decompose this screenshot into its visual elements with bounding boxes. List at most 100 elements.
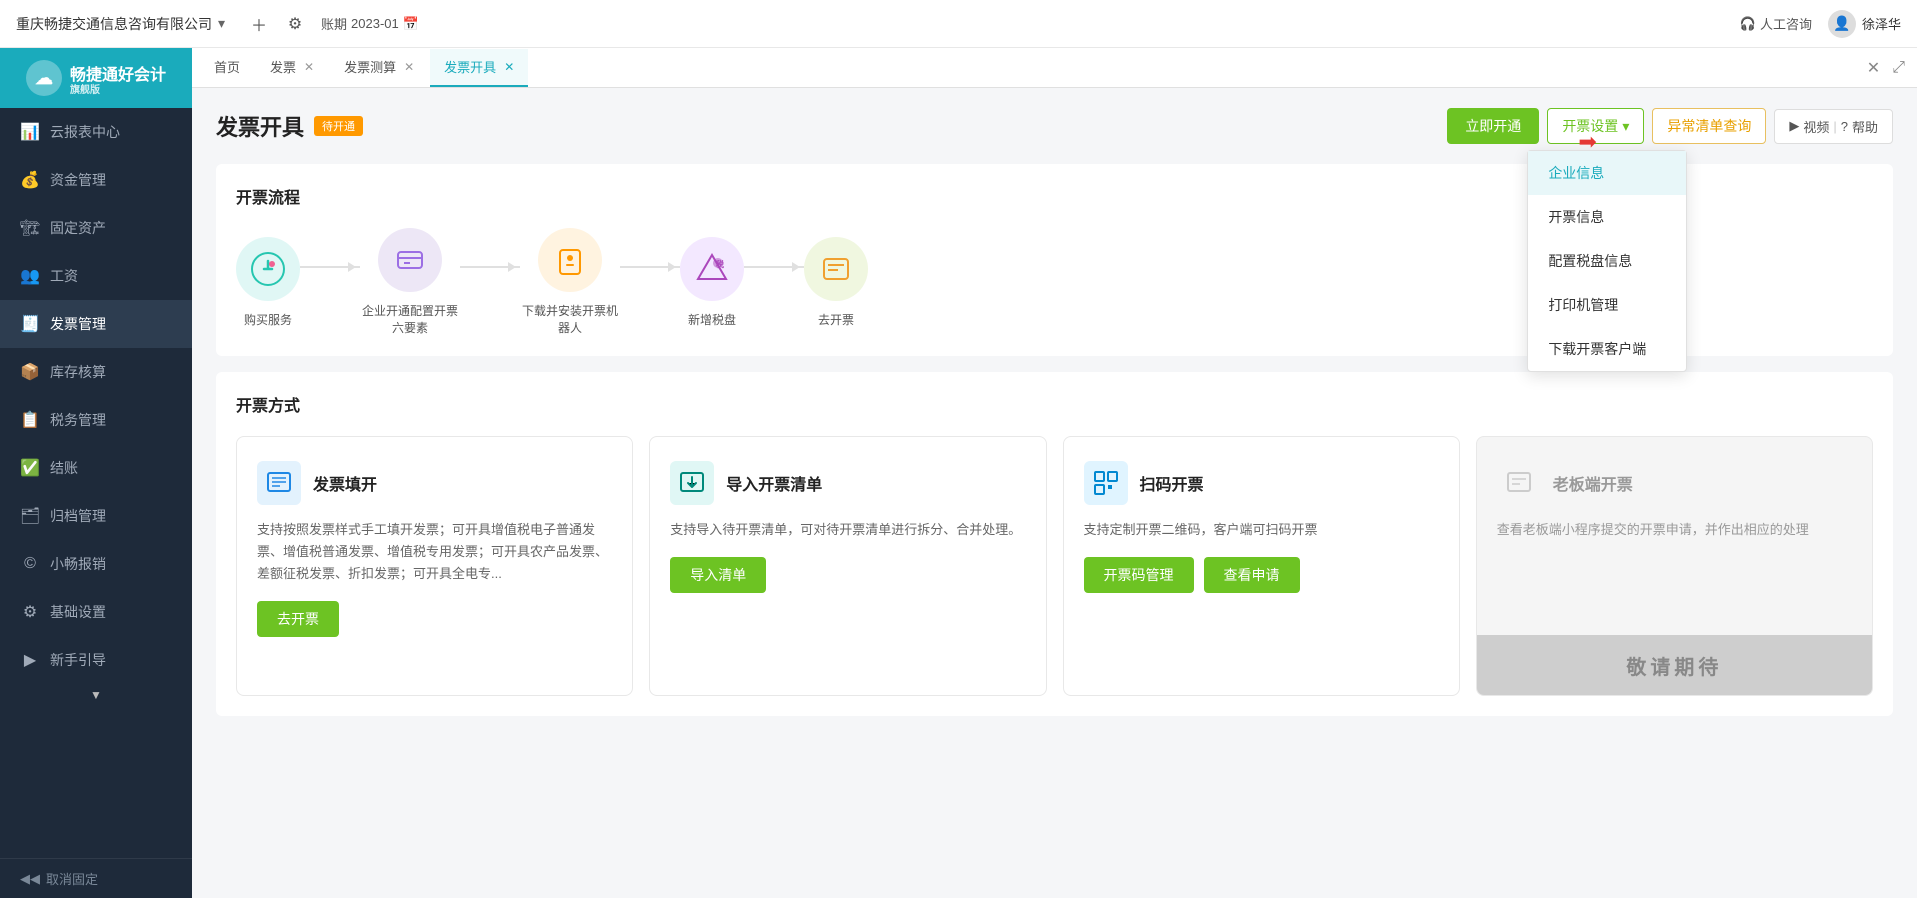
process-step-5: 去开票 (804, 237, 868, 328)
user-info[interactable]: 👤 徐泽华 (1828, 10, 1901, 38)
dropdown-item-company-info[interactable]: 企业信息 (1528, 151, 1686, 195)
billing-card-boss-title: 老板端开票 (1553, 471, 1633, 495)
sidebar-item-invoice[interactable]: 🧾 发票管理 (0, 300, 192, 348)
company-selector[interactable]: 重庆畅捷交通信息咨询有限公司 ▾ (16, 14, 225, 34)
sidebar-item-inventory[interactable]: 📦 库存核算 (0, 348, 192, 396)
process-step-1: 购买服务 (236, 237, 300, 328)
maximize-tab-icon[interactable]: ⤢ (1888, 55, 1909, 81)
abnormal-list-button[interactable]: 异常清单查询 (1652, 108, 1766, 144)
dropdown-item-invoice-info[interactable]: 开票信息 (1528, 195, 1686, 239)
process-step-label-2: 企业开通配置开票六要素 (360, 302, 460, 336)
settle-icon: ✅ (20, 458, 40, 478)
add-tab-button[interactable]: ＋ (245, 10, 273, 38)
process-icon-5 (804, 237, 868, 301)
process-icon-3 (538, 228, 602, 292)
tab-home[interactable]: 首页 (200, 49, 254, 87)
tab-invoice-open[interactable]: 发票开具 ✕ (430, 49, 528, 87)
top-actions: ＋ ⚙ (245, 10, 309, 38)
invoice-icon: 🧾 (20, 314, 40, 334)
scan-view-apply-button[interactable]: 查看申请 (1204, 557, 1300, 593)
sidebar-item-settle[interactable]: ✅ 结账 (0, 444, 192, 492)
sidebar-item-xiaochang[interactable]: © 小畅报销 (0, 540, 192, 588)
assets-icon: 🏗 (20, 218, 40, 238)
manual-go-invoice-button[interactable]: 去开票 (257, 601, 339, 637)
header-actions: 立即开通 开票设置 ▾ 异常清单查询 ▶ 视频 | ? 帮助 (1447, 108, 1893, 144)
tab-invoice-calc-close[interactable]: ✕ (404, 60, 414, 74)
process-step-label-4: 新增税盘 (688, 311, 736, 328)
status-badge: 待开通 (314, 116, 363, 136)
tab-bar: 首页 发票 ✕ 发票测算 ✕ 发票开具 ✕ ✕ ⤢ (192, 48, 1917, 88)
tab-invoice-open-close[interactable]: ✕ (504, 60, 514, 74)
sidebar-item-tax[interactable]: 📋 税务管理 (0, 396, 192, 444)
scroll-down-arrow[interactable]: ▼ (0, 684, 192, 706)
base-settings-icon: ⚙ (20, 602, 40, 622)
sidebar-item-salary[interactable]: 👥 工资 (0, 252, 192, 300)
company-dropdown-icon: ▾ (218, 15, 225, 32)
billing-card-import-header: 导入开票清单 (670, 461, 1025, 505)
process-step-3: 下载并安装开票机器人 (520, 228, 620, 336)
sidebar-logo: ☁ 畅捷通好会计 旗舰版 (0, 48, 192, 108)
sidebar-item-funds[interactable]: 💰 资金管理 (0, 156, 192, 204)
page-content: 发票开具 待开通 立即开通 开票设置 ▾ 异常清单查询 ▶ 视频 (192, 88, 1917, 898)
page-title: 发票开具 (216, 110, 304, 142)
billing-card-manual-title: 发票填开 (313, 471, 377, 495)
process-step-label-1: 购买服务 (244, 311, 292, 328)
sidebar-item-archive[interactable]: 🗂 归档管理 (0, 492, 192, 540)
sidebar-item-guide[interactable]: ▶ 新手引导 (0, 636, 192, 684)
headset-icon: 🎧 (1740, 16, 1756, 32)
import-invoice-icon (670, 461, 714, 505)
sidebar-item-settings[interactable]: ⚙ 基础设置 (0, 588, 192, 636)
sidebar-item-reports[interactable]: 📊 云报表中心 (0, 108, 192, 156)
period-label: 账期 (321, 14, 347, 33)
content-area: 首页 发票 ✕ 发票测算 ✕ 发票开具 ✕ ✕ ⤢ (192, 48, 1917, 898)
settings-icon-button[interactable]: ⚙ (281, 10, 309, 38)
billing-methods: 发票填开 支持按照发票样式手工填开发票；可开具增值税电子普通发票、增值税普通发票… (236, 436, 1873, 696)
chevron-down-icon: ▾ (1622, 118, 1629, 135)
svg-text:税: 税 (716, 259, 724, 269)
red-arrow-indicator: ➡ (1578, 129, 1596, 155)
process-step-2: 企业开通配置开票六要素 (360, 228, 460, 336)
billing-card-boss-header: 老板端开票 (1497, 461, 1852, 505)
xiaochang-icon: © (20, 555, 40, 573)
divider: | (1833, 119, 1836, 134)
logo-icon: ☁ (26, 60, 62, 96)
billing-card-import-desc: 支持导入待开票清单，可对待开票清单进行拆分、合并处理。 (670, 519, 1025, 541)
process-step-4: 税 新增税盘 (680, 237, 744, 328)
tab-invoice-close[interactable]: ✕ (304, 60, 314, 74)
tab-invoice[interactable]: 发票 ✕ (256, 49, 328, 87)
billing-card-boss-desc: 查看老板端小程序提交的开票申请，并作出相应的处理 (1497, 519, 1852, 541)
sidebar-collapse-button[interactable]: ◀◀ 取消固定 (0, 858, 192, 898)
scan-code-manage-button[interactable]: 开票码管理 (1084, 557, 1194, 593)
tab-invoice-calc[interactable]: 发票测算 ✕ (330, 49, 428, 87)
manual-invoice-icon (257, 461, 301, 505)
billing-section: 开票方式 发票填开 支持按照发票样式手工填开发票；可开具增值税电子普通发票、增值… (216, 372, 1893, 716)
billing-card-scan-title: 扫码开票 (1140, 471, 1204, 495)
billing-card-import-title: 导入开票清单 (726, 471, 822, 495)
play-icon: ▶ (1789, 118, 1799, 134)
billing-card-manual: 发票填开 支持按照发票样式手工填开发票；可开具增值税电子普通发票、增值税普通发票… (236, 436, 633, 696)
process-arrow-4 (744, 266, 804, 268)
pin-icon: ◀◀ (20, 871, 40, 887)
settings-dropdown: ➡ 企业信息 开票信息 配置税盘信息 (1527, 150, 1687, 372)
dropdown-item-download-client[interactable]: 下载开票客户端 (1528, 327, 1686, 371)
close-tab-icon[interactable]: ✕ (1863, 54, 1884, 82)
import-list-button[interactable]: 导入清单 (670, 557, 766, 593)
dropdown-item-tax-config[interactable]: 配置税盘信息 (1528, 239, 1686, 283)
sidebar: ☁ 畅捷通好会计 旗舰版 📊 云报表中心 💰 资金管理 🏗 固定资产 👥 (0, 48, 192, 898)
dropdown-item-printer[interactable]: 打印机管理 (1528, 283, 1686, 327)
funds-icon: 💰 (20, 170, 40, 190)
scan-invoice-icon (1084, 461, 1128, 505)
video-button[interactable]: ▶ 视频 | ? 帮助 (1774, 109, 1893, 144)
calendar-icon[interactable]: 📅 (403, 16, 419, 32)
page-header: 发票开具 待开通 立即开通 开票设置 ▾ 异常清单查询 ▶ 视频 (216, 108, 1893, 144)
billing-card-scan-header: 扫码开票 (1084, 461, 1439, 505)
main-area: ☁ 畅捷通好会计 旗舰版 📊 云报表中心 💰 资金管理 🏗 固定资产 👥 (0, 48, 1917, 898)
archive-icon: 🗂 (20, 506, 40, 526)
sidebar-item-assets[interactable]: 🏗 固定资产 (0, 204, 192, 252)
billing-card-boss: 老板端开票 查看老板端小程序提交的开票申请，并作出相应的处理 敬请期待 (1476, 436, 1873, 696)
process-icon-2 (378, 228, 442, 292)
inventory-icon: 📦 (20, 362, 40, 382)
activate-button[interactable]: 立即开通 (1447, 108, 1539, 144)
billing-card-manual-desc: 支持按照发票样式手工填开发票；可开具增值税电子普通发票、增值税普通发票、增值税专… (257, 519, 612, 585)
support-button[interactable]: 🎧 人工咨询 (1740, 14, 1812, 33)
